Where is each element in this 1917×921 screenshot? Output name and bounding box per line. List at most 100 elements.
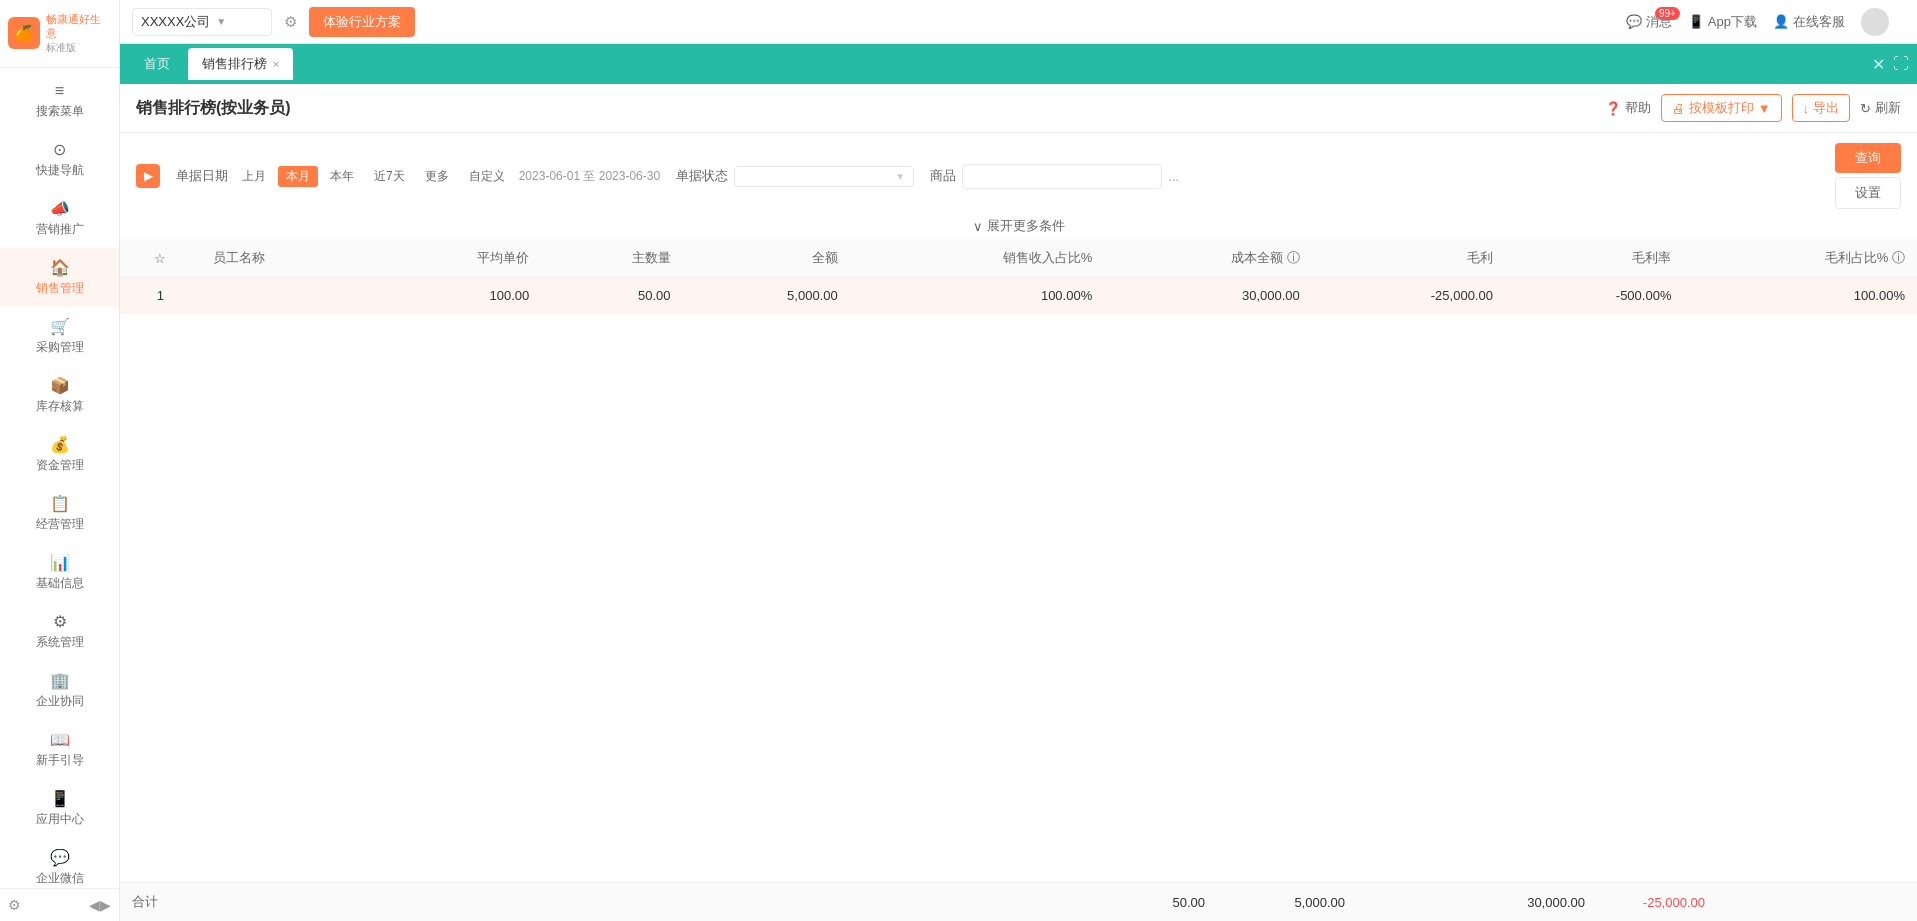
sidebar-label-corp-wechat: 企业微信	[36, 870, 84, 887]
top-header: XXXXX公司 ▼ ⚙ 体验行业方案 💬 消息 99+ 📱 App下载 👤 在线…	[120, 0, 1917, 44]
sidebar-item-purchase[interactable]: 🛒 采购管理	[0, 307, 119, 366]
date-range-buttons: 上月本月本年近7天更多自定义	[234, 166, 513, 187]
date-btn-本年[interactable]: 本年	[322, 166, 362, 187]
status-chevron-icon: ▼	[895, 171, 905, 182]
cell-name	[201, 278, 371, 314]
sidebar-settings-btn[interactable]: ⚙	[8, 897, 21, 913]
template-chevron-icon: ▼	[1758, 101, 1771, 116]
tab-sales-ranking[interactable]: 销售排行榜 ×	[188, 48, 293, 80]
footer-profit: -25,000.00	[1585, 895, 1705, 910]
close-tab-icon[interactable]: ✕	[1872, 55, 1885, 74]
sidebar-nav-list: ≡搜索菜单 ⊙ 快捷导航 📣营销推广🏠销售管理 🛒 采购管理 📦 库存核算 💰 资金管理 📋经营管理…	[0, 68, 119, 888]
mobile-icon: 📱	[1688, 14, 1704, 29]
tab-close-icon[interactable]: ×	[273, 58, 279, 70]
refresh-button[interactable]: ↻ 刷新	[1860, 99, 1901, 117]
template-print-label: 按模板打印	[1689, 99, 1754, 117]
template-print-button[interactable]: 🖨 按模板打印 ▼	[1661, 94, 1782, 122]
sidebar-item-basics[interactable]: 📊 基础信息	[0, 543, 119, 602]
date-btn-上月[interactable]: 上月	[234, 166, 274, 187]
sidebar-item-search[interactable]: ≡搜索菜单	[0, 72, 119, 130]
message-badge: 99+	[1655, 7, 1680, 20]
sidebar-item-corp-wechat[interactable]: 💬企业微信	[0, 838, 119, 888]
sidebar-item-marketing[interactable]: 📣营销推广	[0, 189, 119, 248]
date-btn-更多[interactable]: 更多	[417, 166, 457, 187]
expand-filters-button[interactable]: ∨ 展开更多条件	[973, 217, 1065, 235]
sidebar-label-marketing: 营销推广	[36, 221, 84, 238]
date-btn-近7天[interactable]: 近7天	[366, 166, 413, 187]
message-button[interactable]: 💬 消息 99+	[1626, 13, 1672, 31]
query-button[interactable]: 查询	[1835, 143, 1901, 173]
sidebar-label-purchase: 采购管理	[36, 339, 84, 356]
filter-section: ▶ 单据日期 上月本月本年近7天更多自定义 2023-06-01 至 2023-…	[120, 133, 1917, 239]
expand-chevron-icon: ∨	[973, 219, 983, 234]
sidebar-item-system[interactable]: ⚙系统管理	[0, 602, 119, 661]
app-download-label: App下载	[1708, 13, 1757, 31]
cell-rank: 1	[120, 278, 201, 314]
online-service-button[interactable]: 👤 在线客服	[1773, 13, 1845, 31]
settings-button[interactable]: 设置	[1835, 177, 1901, 209]
sidebar-item-guide[interactable]: 📖新手引导	[0, 720, 119, 779]
sidebar-icon-guide: 📖	[50, 730, 70, 749]
footer-label: 合计	[132, 893, 292, 911]
sidebar-icon-sales: 🏠	[50, 258, 70, 277]
table-header-row: ☆员工名称平均单价主数量全额销售收入占比%成本全额 ⓘ毛利毛利率毛利占比% ⓘ	[120, 239, 1917, 278]
sidebar-label-finance: 资金管理	[36, 457, 84, 474]
help-button[interactable]: ❓ 帮助	[1605, 99, 1651, 117]
cell-sales_pct: 100.00%	[850, 278, 1105, 314]
filter-row: ▶ 单据日期 上月本月本年近7天更多自定义 2023-06-01 至 2023-…	[136, 143, 1901, 209]
fullscreen-icon[interactable]: ⛶	[1893, 55, 1909, 74]
more-filters-label[interactable]: ...	[1168, 169, 1179, 184]
sidebar-item-sales[interactable]: 🏠销售管理	[0, 248, 119, 307]
col-header-qty: 主数量	[541, 239, 682, 278]
date-btn-本月[interactable]: 本月	[278, 166, 318, 187]
service-icon: 👤	[1773, 14, 1789, 29]
sidebar-icon-quick-nav: ⊙	[53, 140, 66, 159]
status-select[interactable]: ▼	[734, 166, 914, 187]
sidebar-icon-finance: 💰	[50, 435, 70, 454]
sidebar-item-inventory[interactable]: 📦 库存核算	[0, 366, 119, 425]
header-settings-icon[interactable]: ⚙	[284, 13, 297, 31]
sidebar-collapse-btn[interactable]: ◀▶	[89, 897, 111, 913]
sidebar-item-corp-collab[interactable]: 🏢企业协同	[0, 661, 119, 720]
goods-filter: 商品 ...	[930, 164, 1179, 189]
col-header-rank: ☆	[120, 239, 201, 278]
goods-input[interactable]	[962, 164, 1162, 189]
sidebar-icon-basics: 📊	[50, 553, 70, 572]
date-btn-自定义[interactable]: 自定义	[461, 166, 513, 187]
trial-button[interactable]: 体验行业方案	[309, 7, 415, 37]
col-header-sales_pct: 销售收入占比%	[850, 239, 1105, 278]
tab-bar: 首页 销售排行榜 × ✕ ⛶	[120, 44, 1917, 84]
cell-profit: -25,000.00	[1312, 278, 1505, 314]
cell-profit_rate: -500.00%	[1505, 278, 1684, 314]
sidebar-label-operations: 经营管理	[36, 516, 84, 533]
filter-toggle-icon: ▶	[144, 169, 153, 183]
sidebar-item-finance[interactable]: 💰 资金管理	[0, 425, 119, 484]
col-header-cost: 成本全额 ⓘ	[1104, 239, 1312, 278]
refresh-icon: ↻	[1860, 101, 1871, 116]
tab-home[interactable]: 首页	[128, 44, 186, 84]
sidebar-item-operations[interactable]: 📋经营管理	[0, 484, 119, 543]
sidebar-item-app-center[interactable]: 📱应用中心	[0, 779, 119, 838]
app-download-button[interactable]: 📱 App下载	[1688, 13, 1757, 31]
sidebar-icon-inventory: 📦	[50, 376, 70, 395]
cell-avg_price: 100.00	[371, 278, 541, 314]
cell-cost: 30,000.00	[1104, 278, 1312, 314]
service-label: 在线客服	[1793, 13, 1845, 31]
avatar[interactable]	[1861, 8, 1889, 36]
sidebar-label-inventory: 库存核算	[36, 398, 84, 415]
sidebar-label-quick-nav: 快捷导航	[36, 162, 84, 179]
logo-name: 畅康通好生意	[46, 12, 111, 41]
col-header-name: 员工名称	[201, 239, 371, 278]
page-toolbar: 销售排行榜(按业务员) ❓ 帮助 🖨 按模板打印 ▼ ↓ 导出 ↻ 刷新	[120, 84, 1917, 133]
sidebar-icon-system: ⚙	[53, 612, 67, 631]
export-button[interactable]: ↓ 导出	[1792, 94, 1851, 122]
sidebar-icon-purchase: 🛒	[50, 317, 70, 336]
company-selector[interactable]: XXXXX公司 ▼	[132, 8, 272, 36]
sidebar-label-basics: 基础信息	[36, 575, 84, 592]
sidebar-item-quick-nav[interactable]: ⊙ 快捷导航	[0, 130, 119, 189]
help-label: 帮助	[1625, 99, 1651, 117]
logo-icon: 🍊	[8, 17, 40, 49]
sidebar-icon-corp-collab: 🏢	[50, 671, 70, 690]
filter-expand-section: ∨ 展开更多条件	[136, 217, 1901, 235]
filter-toggle-btn[interactable]: ▶	[136, 164, 160, 188]
